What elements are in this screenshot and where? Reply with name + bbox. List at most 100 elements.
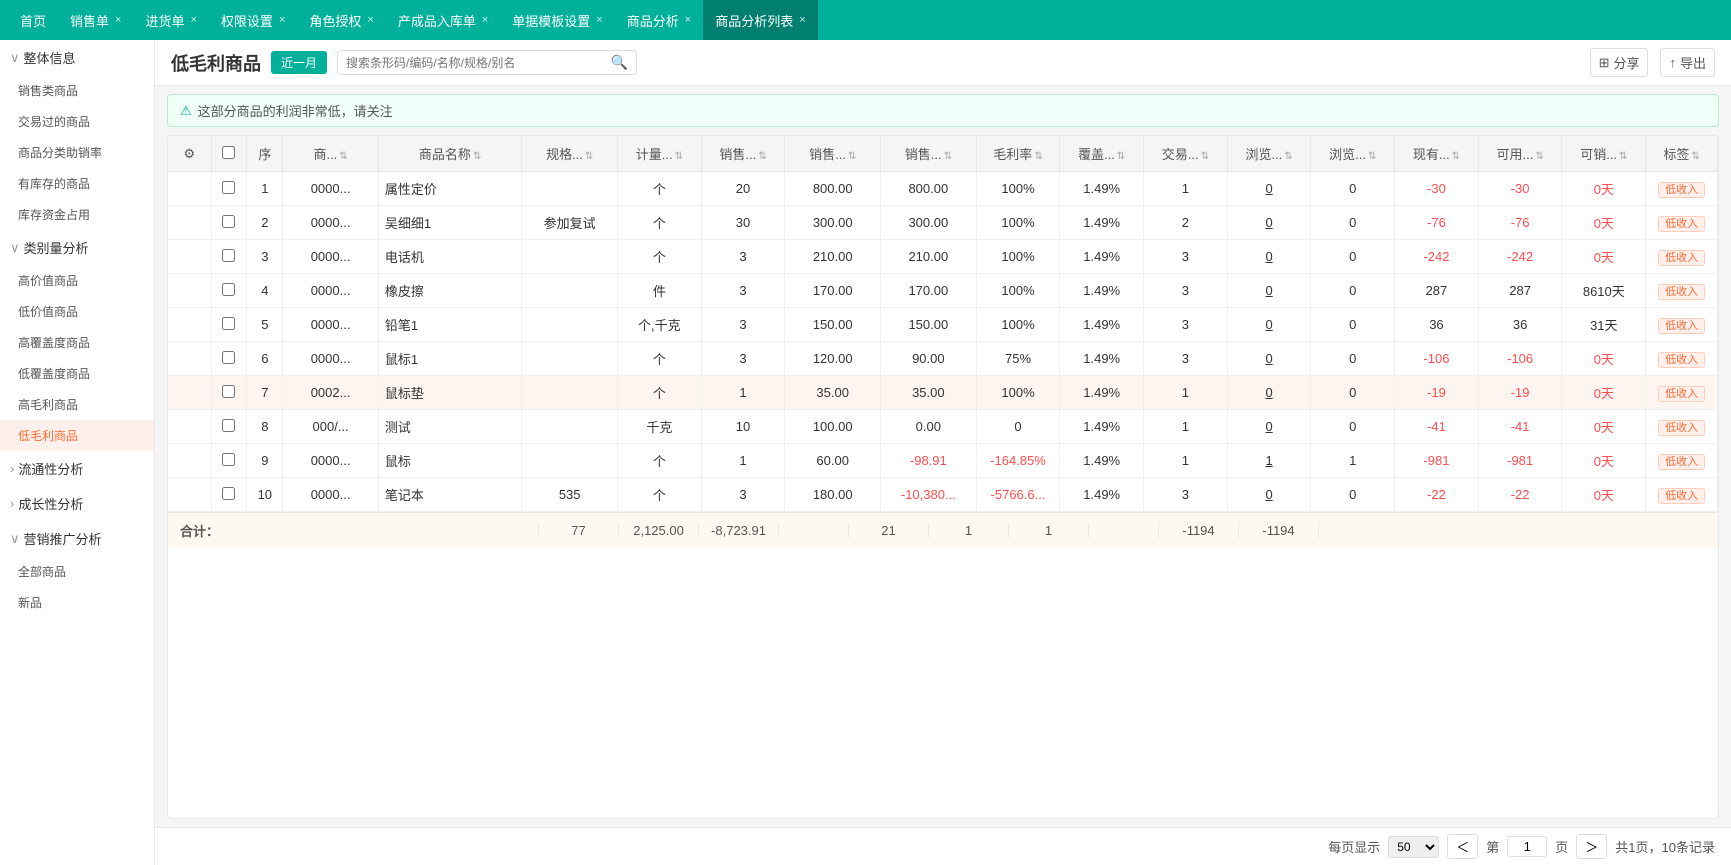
col-current[interactable]: 现有...⇅: [1395, 136, 1479, 172]
nav-item-sales[interactable]: 销售单 ×: [58, 0, 133, 40]
col-checkbox-cell[interactable]: [211, 376, 247, 410]
nav-item-products[interactable]: 产成品入库单 ×: [386, 0, 500, 40]
share-button[interactable]: ⊞ 分享: [1590, 48, 1649, 77]
period-tag-button[interactable]: 近一月: [271, 51, 327, 74]
table-row[interactable]: 3 0000... 电话机 个 3 210.00 210.00 100% 1.4…: [168, 240, 1718, 274]
col-days[interactable]: 可销...⇅: [1562, 136, 1646, 172]
col-checkbox[interactable]: [211, 136, 247, 172]
col-browse1[interactable]: 浏览...⇅: [1227, 136, 1311, 172]
table-row[interactable]: 2 0000... 吴细细1 参加复试 个 30 300.00 300.00 1…: [168, 206, 1718, 240]
export-button[interactable]: ↑ 导出: [1660, 48, 1715, 77]
col-margin-cell: 1.49%: [1060, 376, 1144, 410]
sidebar-item-high-value[interactable]: 高价值商品: [0, 265, 154, 296]
select-all-checkbox[interactable]: [222, 146, 235, 159]
nav-item-purchase[interactable]: 进货单 ×: [133, 0, 208, 40]
page-size-select[interactable]: 50 100 200: [1388, 836, 1439, 858]
col-margin[interactable]: 毛利率⇅: [976, 136, 1060, 172]
col-settings-cell: [168, 240, 211, 274]
row-checkbox[interactable]: [222, 453, 235, 466]
col-checkbox-cell[interactable]: [211, 240, 247, 274]
close-icon[interactable]: ×: [799, 14, 805, 26]
col-checkbox-cell[interactable]: [211, 274, 247, 308]
col-trade[interactable]: 交易...⇅: [1144, 136, 1228, 172]
table-row[interactable]: 5 0000... 铅笔1 个,千克 3 150.00 150.00 100% …: [168, 308, 1718, 342]
sidebar-item-high-coverage[interactable]: 高覆盖度商品: [0, 327, 154, 358]
prev-page-button[interactable]: ＜: [1447, 834, 1478, 859]
col-margin-cell: 1.49%: [1060, 444, 1144, 478]
row-checkbox[interactable]: [222, 385, 235, 398]
sidebar-item-new-goods[interactable]: 新品: [0, 587, 154, 618]
sidebar-item-sales-goods[interactable]: 销售类商品: [0, 75, 154, 106]
col-coverage[interactable]: 覆盖...⇅: [1060, 136, 1144, 172]
nav-item-analysis-list[interactable]: 商品分析列表 ×: [703, 0, 817, 40]
table-row[interactable]: 8 000/... 测试 千克 10 100.00 0.00 0 1.49% 1…: [168, 410, 1718, 444]
close-icon[interactable]: ×: [482, 14, 488, 26]
row-checkbox[interactable]: [222, 351, 235, 364]
page-number-input[interactable]: [1507, 836, 1547, 857]
sidebar-item-high-margin[interactable]: 高毛利商品: [0, 389, 154, 420]
col-browse2[interactable]: 浏览...⇅: [1311, 136, 1395, 172]
col-settings[interactable]: ⚙: [168, 136, 211, 172]
col-checkbox-cell[interactable]: [211, 308, 247, 342]
col-checkbox-cell[interactable]: [211, 342, 247, 376]
sidebar-item-low-value[interactable]: 低价值商品: [0, 296, 154, 327]
sidebar-group-marketing[interactable]: ∨ 营销推广分析: [0, 521, 154, 556]
close-icon[interactable]: ×: [190, 14, 196, 26]
sidebar-item-traded-goods[interactable]: 交易过的商品: [0, 106, 154, 137]
close-icon[interactable]: ×: [115, 14, 121, 26]
sidebar-group-growth[interactable]: › 成长性分析: [0, 486, 154, 521]
table-row[interactable]: 1 0000... 属性定价 个 20 800.00 800.00 100% 1…: [168, 172, 1718, 206]
table-row[interactable]: 7 0002... 鼠标垫 个 1 35.00 35.00 100% 1.49%…: [168, 376, 1718, 410]
next-page-button[interactable]: ＞: [1576, 834, 1607, 859]
col-checkbox-cell[interactable]: [211, 410, 247, 444]
close-icon[interactable]: ×: [367, 14, 373, 26]
row-checkbox[interactable]: [222, 249, 235, 262]
col-available[interactable]: 可用...⇅: [1478, 136, 1562, 172]
col-checkbox-cell[interactable]: [211, 478, 247, 512]
row-checkbox[interactable]: [222, 215, 235, 228]
sidebar-group-overview[interactable]: ∨ 整体信息: [0, 40, 154, 75]
row-checkbox[interactable]: [222, 419, 235, 432]
sidebar-item-all-goods[interactable]: 全部商品: [0, 556, 154, 587]
search-input[interactable]: [346, 56, 611, 70]
nav-item-home[interactable]: 首页: [8, 0, 58, 40]
search-icon[interactable]: 🔍: [611, 54, 628, 71]
col-sale3[interactable]: 销售...⇅: [881, 136, 977, 172]
row-checkbox[interactable]: [222, 487, 235, 500]
col-sale2[interactable]: 销售...⇅: [785, 136, 881, 172]
nav-item-roles[interactable]: 角色授权 ×: [297, 0, 385, 40]
col-spec[interactable]: 规格...⇅: [522, 136, 618, 172]
col-code[interactable]: 商...⇅: [283, 136, 379, 172]
col-checkbox-cell[interactable]: [211, 172, 247, 206]
row-checkbox[interactable]: [222, 283, 235, 296]
sidebar-item-low-margin[interactable]: 低毛利商品: [0, 420, 154, 451]
close-icon[interactable]: ×: [685, 14, 691, 26]
row-checkbox[interactable]: [222, 317, 235, 330]
sidebar-group-category[interactable]: ∨ 类别量分析: [0, 230, 154, 265]
col-tag[interactable]: 标签⇅: [1646, 136, 1718, 172]
table-row[interactable]: 9 0000... 鼠标 个 1 60.00 -98.91 -164.85% 1…: [168, 444, 1718, 478]
sidebar-item-category-rate[interactable]: 商品分类助销率: [0, 137, 154, 168]
col-sale1[interactable]: 销售...⇅: [701, 136, 785, 172]
sidebar-item-stocked-goods[interactable]: 有库存的商品: [0, 168, 154, 199]
close-icon[interactable]: ×: [279, 14, 285, 26]
table-row[interactable]: 4 0000... 橡皮擦 件 3 170.00 170.00 100% 1.4…: [168, 274, 1718, 308]
nav-item-templates[interactable]: 单据模板设置 ×: [500, 0, 614, 40]
sidebar-item-low-coverage[interactable]: 低覆盖度商品: [0, 358, 154, 389]
sidebar-group-liquidity[interactable]: › 流通性分析: [0, 451, 154, 486]
table-row[interactable]: 6 0000... 鼠标1 个 3 120.00 90.00 75% 1.49%…: [168, 342, 1718, 376]
col-trade-cell: 0: [1227, 342, 1311, 376]
nav-item-permissions[interactable]: 权限设置 ×: [209, 0, 297, 40]
col-unit[interactable]: 计量...⇅: [618, 136, 702, 172]
col-name[interactable]: 商品名称⇅: [378, 136, 521, 172]
col-sale1-cell: 60.00: [785, 444, 881, 478]
sidebar-item-inventory-funds[interactable]: 库存资金占用: [0, 199, 154, 230]
nav-item-analysis[interactable]: 商品分析 ×: [615, 0, 703, 40]
row-checkbox[interactable]: [222, 181, 235, 194]
col-checkbox-cell[interactable]: [211, 444, 247, 478]
table-row[interactable]: 10 0000... 笔记本 535 个 3 180.00 -10,380...…: [168, 478, 1718, 512]
col-checkbox-cell[interactable]: [211, 206, 247, 240]
close-icon[interactable]: ×: [596, 14, 602, 26]
col-current-cell: 36: [1395, 308, 1479, 342]
col-settings-cell: [168, 308, 211, 342]
